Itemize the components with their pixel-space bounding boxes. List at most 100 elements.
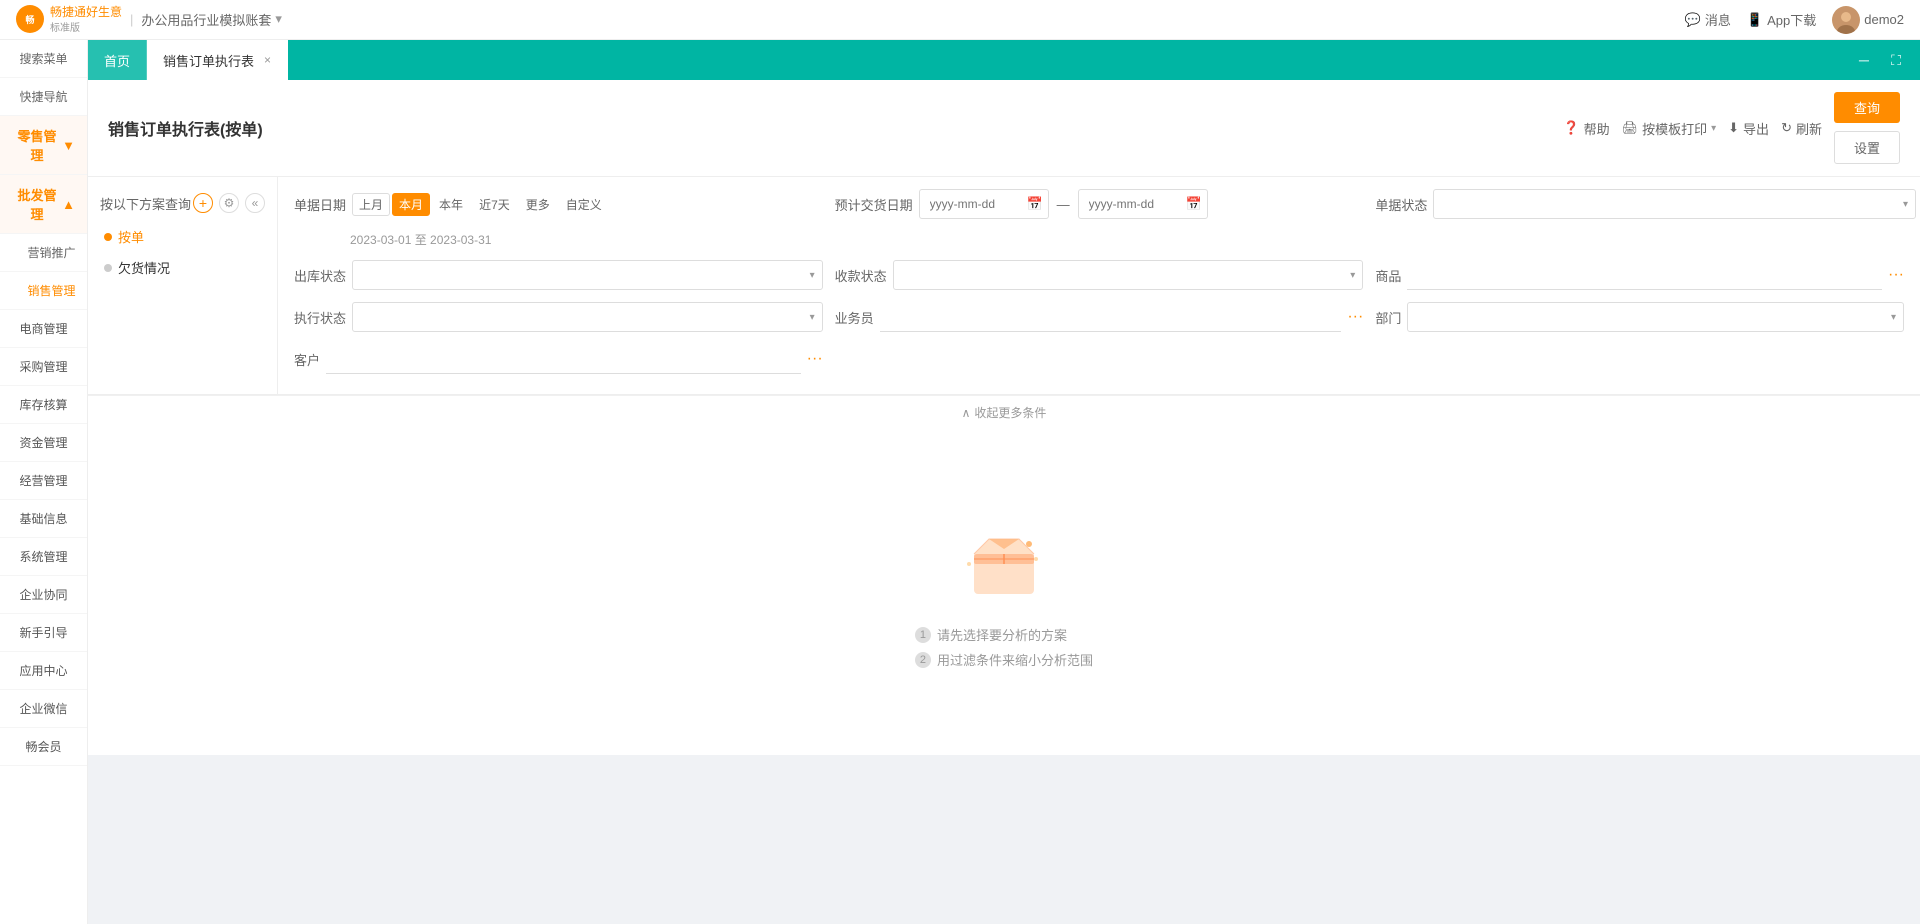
tab-maximize-btn[interactable]: ⛶ xyxy=(1884,48,1908,72)
sidebar-item-basic-info[interactable]: 基础信息 xyxy=(0,500,87,538)
goods-label: 商品 xyxy=(1375,266,1401,285)
sidebar-quick-nav[interactable]: 快捷导航 xyxy=(0,78,87,116)
sidebar-item-enterprise-collab[interactable]: 企业协同 xyxy=(0,576,87,614)
sidebar-item-sys-mgmt[interactable]: 系统管理 xyxy=(0,538,87,576)
basic-info-label: 基础信息 xyxy=(19,512,67,526)
sidebar-item-sales-mgmt[interactable]: 销售管理 xyxy=(0,272,87,310)
filter-cell-date: 单据日期 上月 本月 本年 近7天 更多 自定义 xyxy=(294,193,823,216)
solution-add-btn[interactable]: + xyxy=(193,193,213,213)
solution-settings-btn[interactable]: ⚙ xyxy=(219,193,239,213)
sidebar-item-ecommerce[interactable]: 电商管理 xyxy=(0,310,87,348)
tab-bar: 首页 销售订单执行表 × ─ ⛶ xyxy=(88,40,1920,80)
out-status-select-wrapper xyxy=(352,260,823,290)
print-btn[interactable]: 🖨 按模板打印 ▾ xyxy=(1622,119,1717,138)
salesperson-more-btn[interactable]: ··· xyxy=(1347,308,1363,326)
sidebar-item-retail-mgmt[interactable]: 零售管理 ▼ xyxy=(0,116,87,175)
newbie-guide-label: 新手引导 xyxy=(19,626,67,640)
refresh-btn[interactable]: ↻ 刷新 xyxy=(1781,119,1822,138)
page-title: 销售订单执行表(按单) xyxy=(108,116,263,140)
collapse-icon: ∧ xyxy=(962,406,971,420)
sidebar-item-member[interactable]: 畅会员 xyxy=(0,728,87,766)
export-btn[interactable]: ⬇ 导出 xyxy=(1728,119,1769,138)
sidebar-item-app-center[interactable]: 应用中心 xyxy=(0,652,87,690)
sidebar-item-operations[interactable]: 经营管理 xyxy=(0,462,87,500)
solution-item-shortage[interactable]: 欠货情况 xyxy=(88,252,277,283)
help-btn[interactable]: ❓ 帮助 xyxy=(1563,119,1609,138)
department-select-wrapper xyxy=(1407,302,1904,332)
filter-cell-customer: 客户 ··· xyxy=(294,344,823,374)
solution-collapse-btn[interactable]: « xyxy=(245,193,265,213)
date-range-text: 2023-03-01 至 2023-03-31 xyxy=(350,233,491,247)
empty-tip-1: 1 请先选择要分析的方案 xyxy=(915,625,1093,644)
department-select[interactable] xyxy=(1407,302,1904,332)
search-menu-label: 搜索菜单 xyxy=(19,52,67,66)
sidebar-item-inventory[interactable]: 库存核算 xyxy=(0,386,87,424)
solution-dot-active xyxy=(104,233,112,241)
inventory-label: 库存核算 xyxy=(19,398,67,412)
exec-status-select-wrapper xyxy=(352,302,823,332)
doc-status-select[interactable] xyxy=(1433,189,1916,219)
filter-grid: 单据日期 上月 本月 本年 近7天 更多 自定义 xyxy=(278,177,1920,394)
cal-start-icon: 📅 xyxy=(1026,196,1042,212)
date-btn-more[interactable]: 更多 xyxy=(519,193,557,216)
exec-status-select[interactable] xyxy=(352,302,823,332)
filter-cell-doc-status: 单据状态 ▾ xyxy=(1375,189,1904,219)
top-bar-right: 💬 消息 📱 App下载 demo2 xyxy=(1685,6,1904,34)
filter-cell-salesperson: 业务员 ··· xyxy=(835,302,1364,332)
sidebar: 搜索菜单 快捷导航 零售管理 ▼ 批发管理 ▲ 营销推广 销售管理 电商管理 采… xyxy=(0,40,88,924)
collapse-text: 收起更多条件 xyxy=(974,404,1046,421)
date-btn-custom[interactable]: 自定义 xyxy=(559,193,609,216)
top-bar-left: 畅 畅捷通好生意 标准版 | 办公用品行业模拟账套 ▾ xyxy=(16,5,282,34)
sidebar-item-wholesale-mgmt[interactable]: 批发管理 ▲ xyxy=(0,175,87,234)
exec-status-label: 执行状态 xyxy=(294,308,346,327)
expected-date-start-wrapper: 📅 xyxy=(919,189,1049,219)
user-avatar-btn[interactable]: demo2 xyxy=(1832,6,1904,34)
filter-cell-exec-status: 执行状态 xyxy=(294,302,823,332)
out-status-label: 出库状态 xyxy=(294,266,346,285)
date-btn-current-year[interactable]: 本年 xyxy=(432,193,470,216)
ecommerce-label: 电商管理 xyxy=(19,322,67,336)
logo-icon: 畅 xyxy=(16,5,44,33)
expected-date-inputs: 📅 — 📅 xyxy=(919,189,1364,219)
quick-nav-label: 快捷导航 xyxy=(19,90,67,104)
avatar xyxy=(1832,6,1860,34)
message-btn[interactable]: 💬 消息 xyxy=(1685,10,1731,29)
refresh-label: 刷新 xyxy=(1796,119,1822,138)
sidebar-item-purchase[interactable]: 采购管理 xyxy=(0,348,87,386)
date-btn-current-month[interactable]: 本月 xyxy=(392,193,430,216)
filter-cell-expected-date: 预计交货日期 📅 — 📅 xyxy=(835,189,1364,219)
app-download-btn[interactable]: 📱 App下载 xyxy=(1747,10,1816,29)
receipt-status-select[interactable] xyxy=(893,260,1364,290)
app-label: App下载 xyxy=(1767,10,1816,29)
settings-btn[interactable]: 设置 xyxy=(1834,131,1900,164)
customer-more-btn[interactable]: ··· xyxy=(807,350,823,368)
breadcrumb-dropdown-icon[interactable]: ▾ xyxy=(275,11,282,27)
tab-home[interactable]: 首页 xyxy=(88,40,147,80)
logo-area: 畅 畅捷通好生意 标准版 xyxy=(16,5,122,34)
solution-item-order[interactable]: 按单 xyxy=(88,221,277,252)
sidebar-item-enterprise-wechat[interactable]: 企业微信 xyxy=(0,690,87,728)
tab-minimize-btn[interactable]: ─ xyxy=(1852,48,1876,72)
salesperson-input[interactable] xyxy=(880,302,1342,332)
svg-text:畅: 畅 xyxy=(25,14,34,25)
tab-close-btn[interactable]: × xyxy=(264,53,271,67)
out-status-select[interactable] xyxy=(352,260,823,290)
help-icon: ❓ xyxy=(1563,120,1579,136)
sidebar-item-newbie-guide[interactable]: 新手引导 xyxy=(0,614,87,652)
sidebar-item-marketing[interactable]: 营销推广 xyxy=(0,234,87,272)
page-header: 销售订单执行表(按单) ❓ 帮助 🖨 按模板打印 ▾ ⬇ 导出 xyxy=(88,80,1920,177)
main-layout: 搜索菜单 快捷导航 零售管理 ▼ 批发管理 ▲ 营销推广 销售管理 电商管理 采… xyxy=(0,40,1920,924)
goods-input[interactable] xyxy=(1407,260,1882,290)
sidebar-item-finance[interactable]: 资金管理 xyxy=(0,424,87,462)
goods-more-btn[interactable]: ··· xyxy=(1888,266,1904,284)
sidebar-search-menu[interactable]: 搜索菜单 xyxy=(0,40,87,78)
collapse-more-btn[interactable]: ∧ 收起更多条件 xyxy=(88,395,1920,429)
query-btn[interactable]: 查询 xyxy=(1834,92,1900,123)
tab-sales-order-exec[interactable]: 销售订单执行表 × xyxy=(147,40,288,80)
marketing-label: 营销推广 xyxy=(27,246,75,260)
print-label: 按模板打印 xyxy=(1642,119,1707,138)
date-btn-prev-month[interactable]: 上月 xyxy=(352,193,390,216)
customer-input[interactable] xyxy=(326,344,801,374)
page-header-actions: ❓ 帮助 🖨 按模板打印 ▾ ⬇ 导出 ↻ 刷新 xyxy=(1563,92,1900,164)
date-btn-7days[interactable]: 近7天 xyxy=(472,193,517,216)
